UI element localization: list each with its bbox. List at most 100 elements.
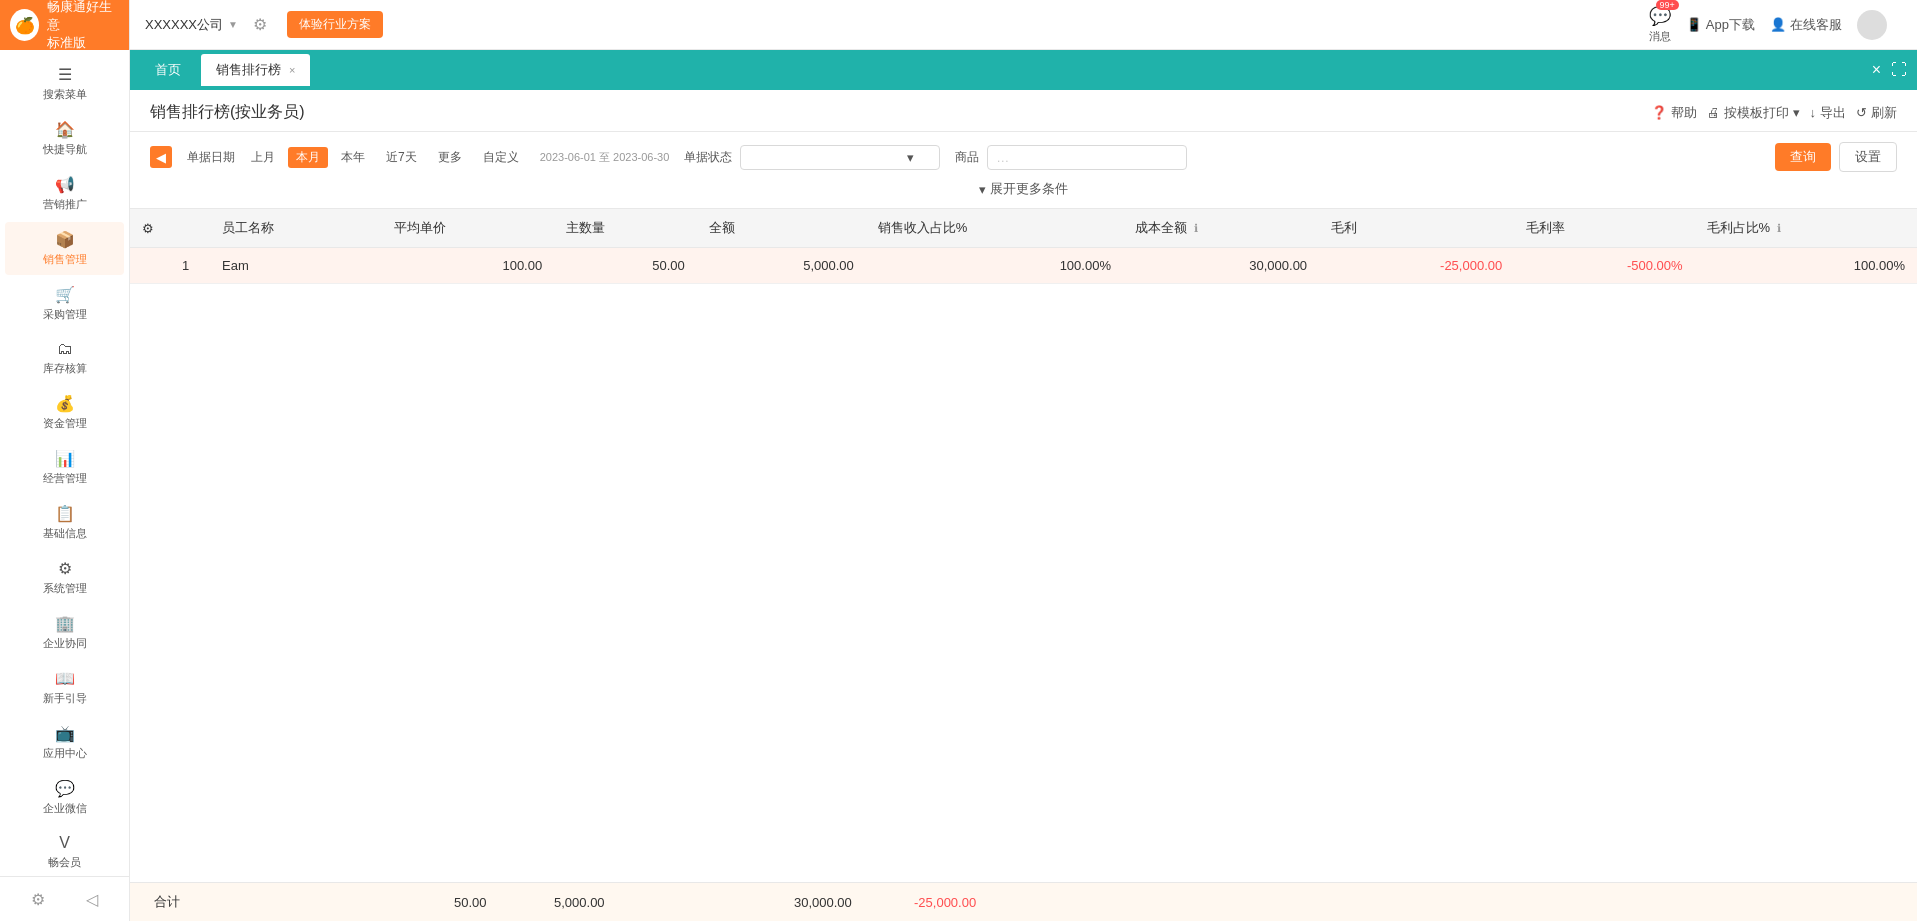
filter-goods: 商品 …	[955, 145, 1187, 170]
sidebar-item-sales[interactable]: 📦 销售管理	[5, 222, 124, 275]
sidebar-item-inventory[interactable]: 🗂 库存核算	[5, 332, 124, 384]
date-tab-this-month[interactable]: 本月	[288, 147, 328, 168]
col-gross-pct-header: 毛利占比% ℹ	[1695, 209, 1917, 248]
date-filter-label: 单据日期	[187, 149, 235, 166]
row-gross-rate: -500.00%	[1514, 248, 1694, 284]
sidebar-collapse-btn[interactable]: ◁	[86, 890, 98, 909]
col-settings-header[interactable]: ⚙	[130, 209, 170, 248]
settings-button[interactable]: 设置	[1839, 142, 1897, 172]
enterprise-label: 企业协同	[43, 636, 87, 651]
sidebar-item-enterprise[interactable]: 🏢 企业协同	[5, 606, 124, 659]
row-gross: -25,000.00	[1319, 248, 1514, 284]
page-actions: ❓ 帮助 🖨 按模板打印 ▾ ↓ 导出 ↺ 刷新	[1651, 104, 1898, 122]
sales-label: 销售管理	[43, 252, 87, 267]
main: XXXXXX公司 ▼ ⚙ 体验行业方案 💬 99+ 消息 📱 App下载 👤 在…	[130, 0, 1917, 921]
footer-amount: 5,000.00	[542, 895, 662, 910]
filter-row: ◀ 单据日期 上月 本月 本年 近7天 更多 自定义 2023-06-01 至 …	[150, 142, 1897, 172]
tab-close-icon[interactable]: ×	[289, 64, 295, 76]
purchase-label: 采购管理	[43, 307, 87, 322]
wechat-icon: 💬	[55, 779, 75, 798]
goods-input[interactable]: …	[987, 145, 1187, 170]
help-btn[interactable]: ❓ 帮助	[1651, 104, 1697, 122]
sidebar-item-guide[interactable]: 📖 新手引导	[5, 661, 124, 714]
search-icon: ☰	[58, 65, 72, 84]
cost-info-icon[interactable]: ℹ	[1194, 222, 1198, 234]
export-btn[interactable]: ↓ 导出	[1810, 104, 1847, 122]
status-select[interactable]: ▾	[740, 145, 940, 170]
operation-icon: 📊	[55, 449, 75, 468]
date-tab-more[interactable]: 更多	[430, 147, 470, 168]
app-download-btn[interactable]: 📱 App下载	[1686, 16, 1755, 34]
filter-status: 单据状态 ▾	[684, 145, 940, 170]
col-sales-pct-header: 销售收入占比%	[866, 209, 1123, 248]
refresh-icon: ↺	[1856, 105, 1867, 120]
page-title: 销售排行榜(按业务员)	[150, 102, 305, 123]
message-label: 消息	[1649, 29, 1671, 44]
sidebar-item-apps[interactable]: 📺 应用中心	[5, 716, 124, 769]
sidebar-item-purchase[interactable]: 🛒 采购管理	[5, 277, 124, 330]
avatar[interactable]	[1857, 10, 1887, 40]
sidebar-item-wechat[interactable]: 💬 企业微信	[5, 771, 124, 824]
print-btn[interactable]: 🖨 按模板打印 ▾	[1707, 104, 1800, 122]
query-button[interactable]: 查询	[1775, 143, 1831, 171]
message-btn[interactable]: 💬 99+ 消息	[1649, 5, 1671, 44]
footer-label: 合计	[142, 893, 222, 911]
topbar: XXXXXX公司 ▼ ⚙ 体验行业方案 💬 99+ 消息 📱 App下载 👤 在…	[130, 0, 1917, 50]
date-tab-last7days[interactable]: 近7天	[378, 147, 425, 168]
col-gross-rate-header: 毛利率	[1514, 209, 1694, 248]
search-label: 搜索菜单	[43, 87, 87, 102]
row-qty: 50.00	[554, 248, 697, 284]
company-dropdown-icon: ▼	[228, 19, 238, 30]
date-tab-prev-month[interactable]: 上月	[243, 147, 283, 168]
quick-nav-label: 快捷导航	[43, 142, 87, 157]
date-range-display: 2023-06-01 至 2023-06-30	[540, 150, 670, 165]
sidebar-item-operation[interactable]: 📊 经营管理	[5, 441, 124, 494]
window-close-icon[interactable]: ×	[1872, 61, 1881, 79]
enterprise-icon: 🏢	[55, 614, 75, 633]
trial-button[interactable]: 体验行业方案	[287, 11, 383, 38]
sidebar-logo: 🍊 畅康通好生意 标准版	[0, 0, 129, 50]
tabbar: 首页 销售排行榜 × × ⛶	[130, 50, 1917, 90]
table-footer: 合计 50.00 5,000.00 30,000.00 -25,000.00	[130, 882, 1917, 921]
sidebar-item-basic[interactable]: 📋 基础信息	[5, 496, 124, 549]
sidebar-item-finance[interactable]: 💰 资金管理	[5, 386, 124, 439]
apps-icon: 📺	[55, 724, 75, 743]
guide-icon: 📖	[55, 669, 75, 688]
filter-collapse-btn[interactable]: ◀	[150, 146, 172, 168]
print-dropdown-icon: ▾	[1793, 105, 1800, 120]
row-name: Eam	[210, 248, 382, 284]
tab-sales-ranking[interactable]: 销售排行榜 ×	[201, 54, 310, 86]
expand-more-btn[interactable]: ▾ 展开更多条件	[979, 180, 1068, 198]
table-container: ⚙ 员工名称 平均单价 主数量 全额 销售收入占比% 成本全额 ℹ 毛利 毛利率	[130, 209, 1917, 882]
col-avg-price-header: 平均单价	[382, 209, 554, 248]
sidebar-item-quick-nav[interactable]: 🏠 快捷导航	[5, 112, 124, 165]
logo-text: 畅康通好生意 标准版	[47, 0, 119, 52]
member-label: 畅会员	[48, 855, 81, 870]
settings-gear-icon[interactable]: ⚙	[142, 221, 154, 236]
status-select-value	[749, 150, 753, 165]
gross-pct-info-icon[interactable]: ℹ	[1777, 222, 1781, 234]
row-avg-price: 100.00	[382, 248, 554, 284]
window-expand-icon[interactable]: ⛶	[1891, 61, 1907, 79]
sidebar-item-search[interactable]: ☰ 搜索菜单	[5, 57, 124, 110]
tabbar-window-controls: × ⛶	[1872, 61, 1907, 79]
online-service-btn[interactable]: 👤 在线客服	[1770, 16, 1842, 34]
system-label: 系统管理	[43, 581, 87, 596]
page-header: 销售排行榜(按业务员) ❓ 帮助 🖨 按模板打印 ▾ ↓ 导出 ↺ 刷新	[130, 90, 1917, 132]
sidebar-item-system[interactable]: ⚙ 系统管理	[5, 551, 124, 604]
date-tab-this-year[interactable]: 本年	[333, 147, 373, 168]
sidebar-settings-btn[interactable]: ⚙	[31, 890, 45, 909]
sidebar-item-marketing[interactable]: 📢 营销推广	[5, 167, 124, 220]
company-selector[interactable]: XXXXXX公司 ▼	[145, 16, 238, 34]
export-icon: ↓	[1810, 105, 1817, 120]
refresh-btn[interactable]: ↺ 刷新	[1856, 104, 1897, 122]
tab-home[interactable]: 首页	[140, 53, 196, 87]
sidebar: 🍊 畅康通好生意 标准版 ☰ 搜索菜单 🏠 快捷导航 📢 营销推广 📦 销售管理…	[0, 0, 130, 921]
company-name: XXXXXX公司	[145, 16, 223, 34]
inventory-label: 库存核算	[43, 361, 87, 376]
sidebar-item-member[interactable]: V 畅会员	[5, 826, 124, 876]
col-amount-header: 全额	[697, 209, 866, 248]
date-tab-custom[interactable]: 自定义	[475, 147, 527, 168]
filter-date: 单据日期 上月 本月 本年 近7天 更多 自定义 2023-06-01 至 20…	[187, 147, 669, 168]
topbar-gear-icon[interactable]: ⚙	[253, 15, 267, 34]
